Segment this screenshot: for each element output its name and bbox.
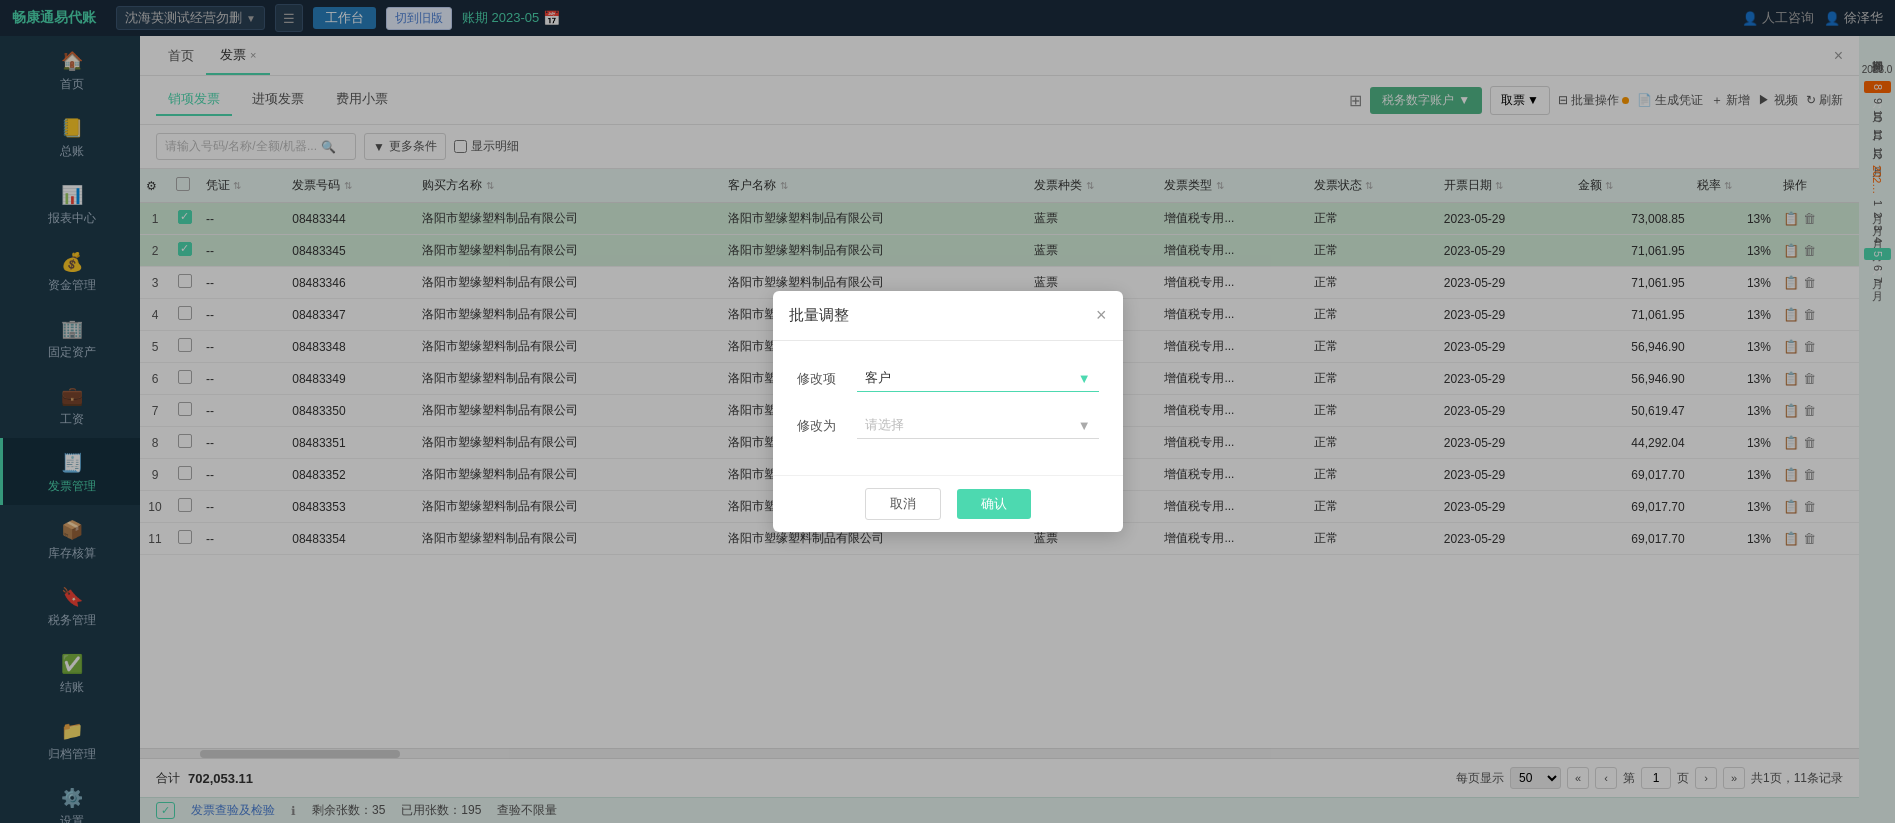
field-label: 修改项 [797, 370, 857, 388]
chevron-down-icon: ▼ [1078, 418, 1091, 433]
field-value: 客户 [865, 369, 891, 387]
field-select[interactable]: 客户 ▼ [857, 365, 1099, 392]
target-select[interactable]: 请选择 ▼ [857, 412, 1099, 439]
modal-title: 批量调整 [789, 306, 849, 325]
modal-header: 批量调整 × [773, 291, 1123, 341]
target-label: 修改为 [797, 417, 857, 435]
modal-confirm-btn[interactable]: 确认 [957, 489, 1031, 519]
form-row-target: 修改为 请选择 ▼ [797, 412, 1099, 439]
form-row-field: 修改项 客户 ▼ [797, 365, 1099, 392]
modal-close-btn[interactable]: × [1096, 305, 1107, 326]
modal-cancel-btn[interactable]: 取消 [865, 488, 941, 520]
modal-footer: 取消 确认 [773, 475, 1123, 532]
modal-body: 修改项 客户 ▼ 修改为 请选择 ▼ [773, 341, 1123, 475]
chevron-down-icon: ▼ [1078, 371, 1091, 386]
batch-adjust-modal: 批量调整 × 修改项 客户 ▼ 修改为 请选择 ▼ 取消 确认 [773, 291, 1123, 532]
target-placeholder: 请选择 [865, 416, 904, 434]
modal-overlay: 批量调整 × 修改项 客户 ▼ 修改为 请选择 ▼ 取消 确认 [0, 0, 1895, 823]
